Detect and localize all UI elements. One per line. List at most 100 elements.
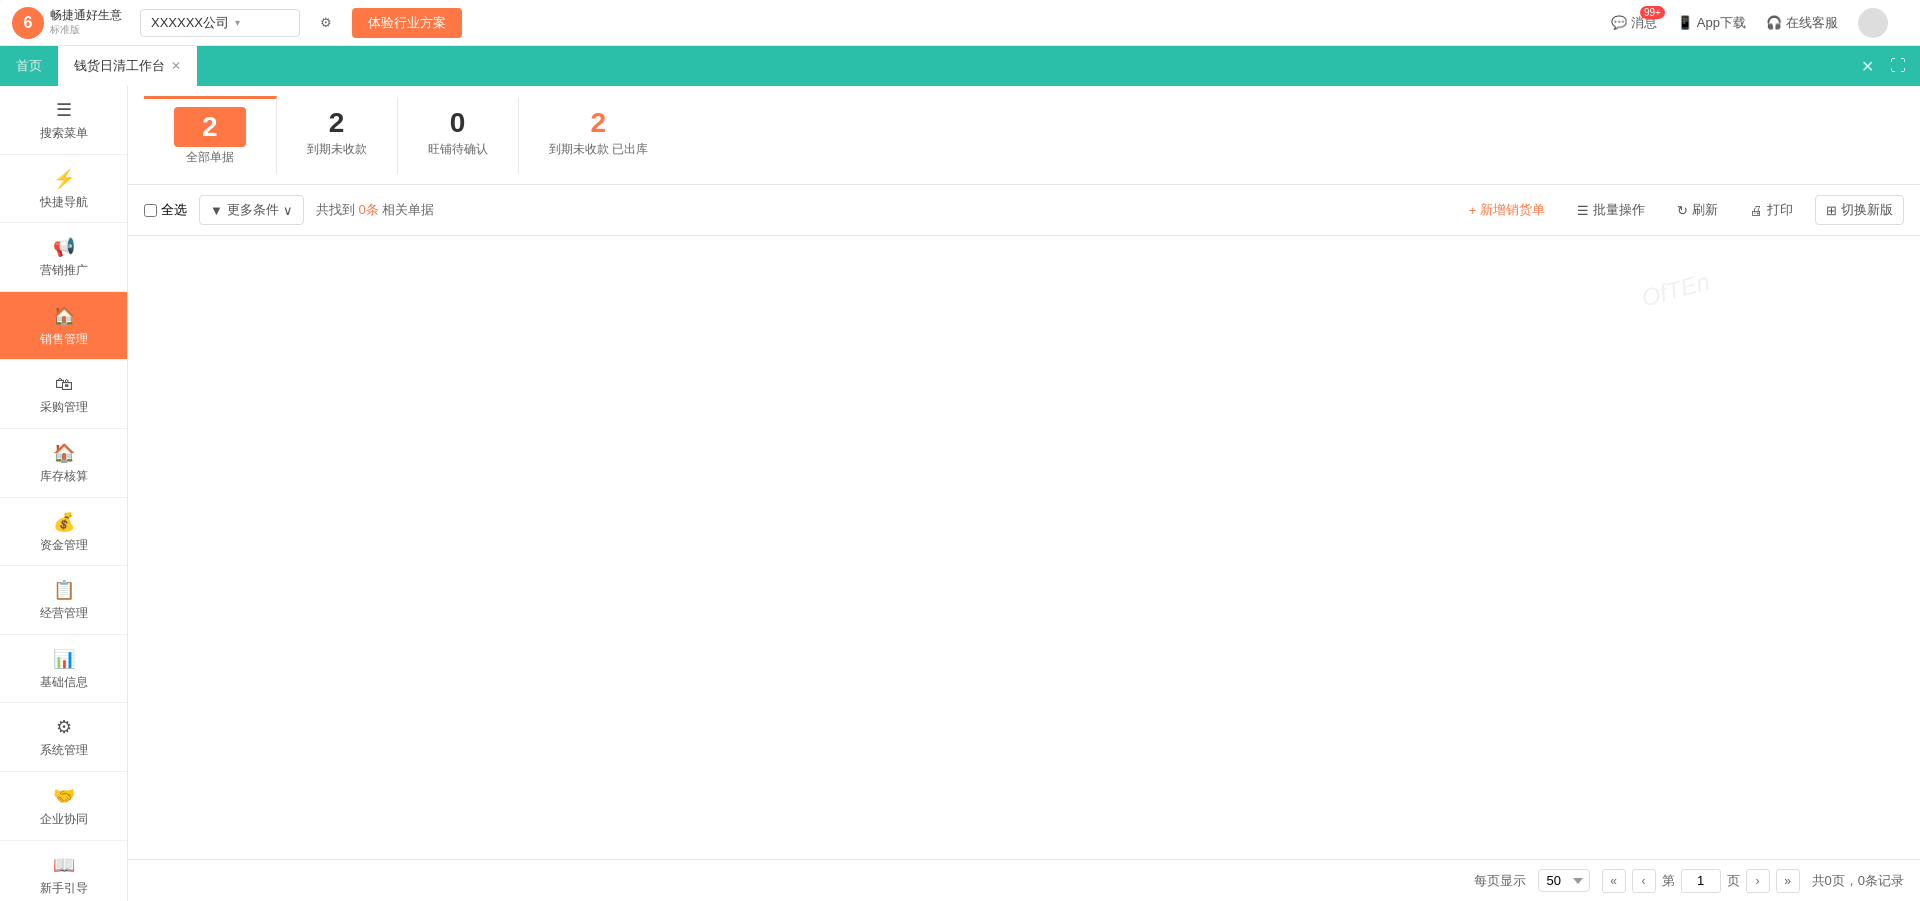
toolbar-right: + 新增销货单 ☰ 批量操作 ↻ 刷新 🖨 打印 ⊞ 切换新版 [1458,195,1904,225]
quick-nav-icon: ⚡ [52,167,76,191]
card-pending-confirm[interactable]: 0 旺铺待确认 [398,96,519,174]
select-all-checkbox[interactable]: 全选 [144,201,187,219]
logo-text: 畅捷通好生意 标准版 [50,8,122,38]
card-overdue-unpaid-label: 到期未收款 [307,141,367,158]
page-next-button[interactable]: › [1746,869,1770,893]
sidebar: ☰ 搜索菜单 ⚡ 快捷导航 📢 营销推广 🏠 销售管理 🛍 采购管理 🏠 库存核… [0,86,128,901]
toolbar: 全选 ▼ 更多条件 ∨ 共找到 0条 相关单据 + 新增销货单 ☰ 批量操作 [128,185,1920,236]
batch-icon: ☰ [1577,203,1589,218]
sidebar-item-inventory[interactable]: 🏠 库存核算 [0,429,127,498]
tab-close-icon[interactable]: ✕ [171,59,181,73]
add-label: 新增销货单 [1480,201,1545,219]
add-icon: + [1468,203,1476,218]
tab-expand-icon[interactable]: ⛶ [1886,53,1910,79]
print-button[interactable]: 🖨 打印 [1740,196,1803,224]
search-menu-icon: ☰ [52,98,76,122]
tab-work-station[interactable]: 钱货日清工作台 ✕ [58,46,197,86]
message-button[interactable]: 💬 消息 99+ [1611,14,1657,32]
online-service-button[interactable]: 🎧 在线客服 [1766,14,1838,32]
tab-bar: 首页 钱货日清工作台 ✕ ✕ ⛶ [0,46,1920,86]
app-download-button[interactable]: 📱 App下载 [1677,14,1746,32]
sidebar-item-basic-info[interactable]: 📊 基础信息 [0,635,127,704]
sidebar-label-sales: 销售管理 [40,332,88,348]
print-label: 打印 [1767,201,1793,219]
sidebar-label-finance: 资金管理 [40,538,88,554]
switch-version-button[interactable]: ⊞ 切换新版 [1815,195,1904,225]
found-suffix: 相关单据 [382,202,434,217]
company-selector[interactable]: XXXXXX公司 ▾ [140,9,300,37]
sidebar-item-finance[interactable]: 💰 资金管理 [0,498,127,567]
per-page-label: 每页显示 [1474,872,1526,890]
sidebar-label-marketing: 营销推广 [40,263,88,279]
tab-close-window-icon[interactable]: ✕ [1857,53,1878,80]
main-layout: ☰ 搜索菜单 ⚡ 快捷导航 📢 营销推广 🏠 销售管理 🛍 采购管理 🏠 库存核… [0,86,1920,901]
refresh-button[interactable]: ↻ 刷新 [1667,196,1728,224]
per-page-select[interactable]: 50 10 20 100 [1538,869,1590,892]
system-icon: ⚙ [52,715,76,739]
watermark: OfTEn [1638,268,1712,313]
sidebar-item-quick-nav[interactable]: ⚡ 快捷导航 [0,155,127,224]
sidebar-item-search-menu[interactable]: ☰ 搜索菜单 [0,86,127,155]
logo-icon: 6 [12,7,44,39]
cooperation-icon: 🤝 [52,784,76,808]
header-right: 💬 消息 99+ 📱 App下载 🎧 在线客服 [1611,8,1908,38]
select-all-input[interactable] [144,204,157,217]
sidebar-item-guide[interactable]: 📖 新手引导 [0,841,127,901]
page-label: 第 [1662,872,1675,890]
online-service-label: 在线客服 [1786,14,1838,32]
app-download-icon: 📱 [1677,15,1693,30]
switch-icon: ⊞ [1826,203,1837,218]
found-text: 共找到 0条 相关单据 [316,201,434,219]
found-prefix: 共找到 [316,202,355,217]
page-first-button[interactable]: « [1602,869,1626,893]
top-header: 6 畅捷通好生意 标准版 XXXXXX公司 ▾ ⚙ 体验行业方案 💬 消息 99… [0,0,1920,46]
settings-button[interactable]: ⚙ [310,7,342,39]
card-overdue-unshipped-num: 2 [590,107,606,139]
card-overdue-unpaid[interactable]: 2 到期未收款 [277,96,398,174]
company-name: XXXXXX公司 [151,14,229,32]
purchase-icon: 🛍 [52,372,76,396]
add-sales-order-button[interactable]: + 新增销货单 [1458,196,1555,224]
refresh-icon: ↻ [1677,203,1688,218]
page-number-input[interactable] [1681,869,1721,893]
filter-label: 更多条件 [227,201,279,219]
page-suffix: 页 [1727,872,1740,890]
found-count: 0条 [359,202,379,217]
card-overdue-unshipped[interactable]: 2 到期未收款 已出库 [519,96,678,174]
card-all[interactable]: 2 全部单据 [144,96,277,174]
batch-operation-button[interactable]: ☰ 批量操作 [1567,196,1655,224]
sidebar-item-operations[interactable]: 📋 经营管理 [0,566,127,635]
sidebar-item-marketing[interactable]: 📢 营销推广 [0,223,127,292]
card-all-num: 2 [174,107,246,147]
summary-cards: 2 全部单据 2 到期未收款 0 旺铺待确认 2 到期未收款 已出库 [128,86,1920,185]
card-all-label: 全部单据 [186,149,234,166]
finance-icon: 💰 [52,510,76,534]
sales-icon: 🏠 [52,304,76,328]
more-filter-button[interactable]: ▼ 更多条件 ∨ [199,195,304,225]
switch-label: 切换新版 [1841,201,1893,219]
total-text: 共0页，0条记录 [1812,872,1904,890]
sidebar-label-search-menu: 搜索菜单 [40,126,88,142]
card-pending-confirm-num: 0 [450,107,466,139]
sidebar-item-system[interactable]: ⚙ 系统管理 [0,703,127,772]
sidebar-item-sales[interactable]: 🏠 销售管理 [0,292,127,361]
select-all-label: 全选 [161,201,187,219]
avatar[interactable] [1858,8,1888,38]
trial-button[interactable]: 体验行业方案 [352,8,462,38]
page-last-button[interactable]: » [1776,869,1800,893]
inventory-icon: 🏠 [52,441,76,465]
tab-home[interactable]: 首页 [0,46,58,86]
filter-icon: ▼ [210,203,223,218]
tab-bar-actions: ✕ ⛶ [1857,53,1920,80]
pagination: « ‹ 第 页 › » [1602,869,1800,893]
card-pending-confirm-label: 旺铺待确认 [428,141,488,158]
sidebar-item-cooperation[interactable]: 🤝 企业协同 [0,772,127,841]
sidebar-item-purchase[interactable]: 🛍 采购管理 [0,360,127,429]
sidebar-label-purchase: 采购管理 [40,400,88,416]
sidebar-label-cooperation: 企业协同 [40,812,88,828]
basic-info-icon: 📊 [52,647,76,671]
chevron-down-icon: ▾ [235,17,240,28]
sidebar-label-guide: 新手引导 [40,881,88,897]
page-prev-button[interactable]: ‹ [1632,869,1656,893]
marketing-icon: 📢 [52,235,76,259]
